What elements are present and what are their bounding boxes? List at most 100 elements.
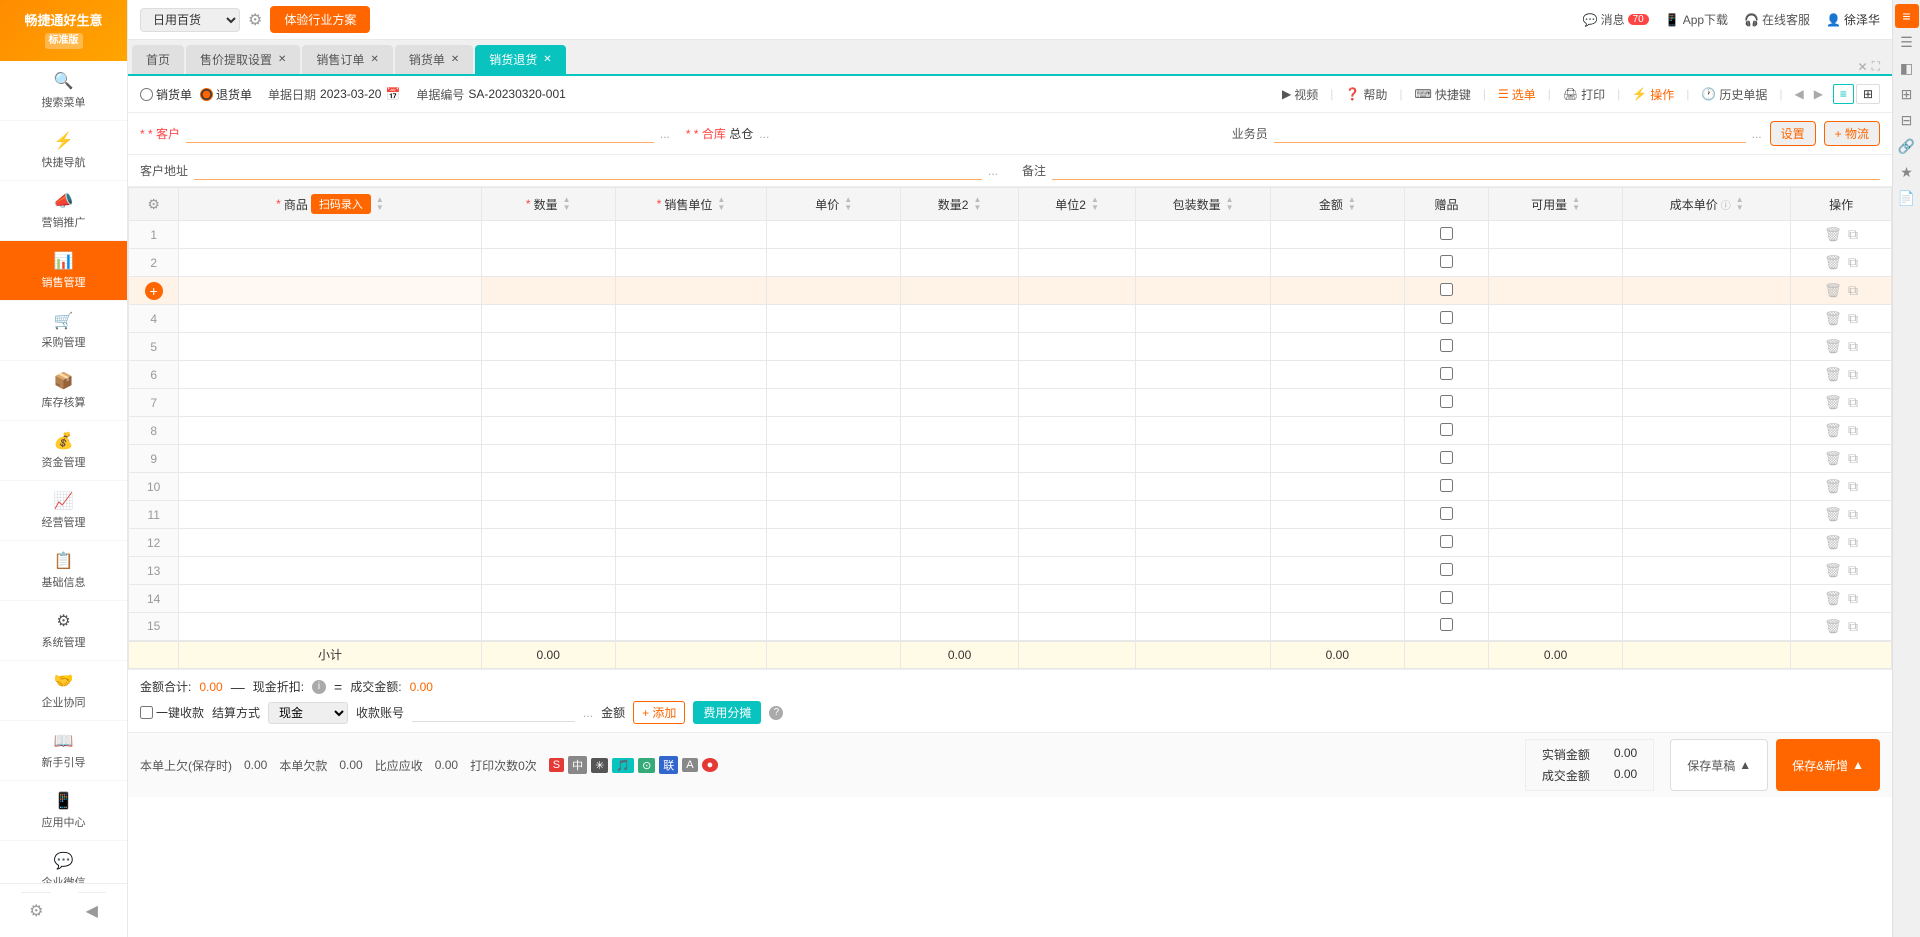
delete-icon-13[interactable]: 🗑 (1824, 562, 1842, 579)
cell-goods-4[interactable] (179, 305, 481, 333)
cell-cost-7[interactable] (1623, 389, 1791, 417)
cell-pkg-13[interactable] (1136, 557, 1270, 585)
cell-qty-10[interactable] (481, 473, 615, 501)
delete-icon-11[interactable]: 🗑 (1824, 506, 1842, 523)
cell-qty-15[interactable] (481, 613, 615, 641)
expand-icon[interactable]: ⛶ (1872, 59, 1880, 74)
cell-unit2-1[interactable] (1018, 221, 1136, 249)
cell-pkg-2[interactable] (1136, 249, 1270, 277)
cell-unit2-6[interactable] (1018, 361, 1136, 389)
help-btn[interactable]: ❓ 帮助 (1345, 86, 1387, 103)
cell-qty2-5[interactable] (901, 333, 1019, 361)
discount-info-icon[interactable]: i (312, 680, 326, 694)
panel-icon-4[interactable]: ⊞ (1895, 82, 1919, 106)
tab-close-3[interactable]: ✕ (451, 54, 459, 65)
cell-goods-7[interactable] (179, 389, 481, 417)
available-sort[interactable]: ▲▼ (1572, 196, 1580, 212)
cell-price-14[interactable] (767, 585, 901, 613)
cell-gift-12[interactable] (1405, 529, 1489, 557)
logistics-btn[interactable]: + 物流 (1824, 121, 1880, 146)
cell-cost-8[interactable] (1623, 417, 1791, 445)
gift-checkbox-2[interactable] (1440, 255, 1453, 268)
cell-goods-5[interactable] (179, 333, 481, 361)
gift-checkbox-11[interactable] (1440, 507, 1453, 520)
copy-icon-12[interactable]: ⧉ (1848, 534, 1858, 551)
cell-qty2-6[interactable] (901, 361, 1019, 389)
panel-icon-8[interactable]: 📄 (1895, 186, 1919, 210)
cell-cost-11[interactable] (1623, 501, 1791, 529)
cell-qty-8[interactable] (481, 417, 615, 445)
copy-icon-14[interactable]: ⧉ (1848, 590, 1858, 607)
cell-qty2-10[interactable] (901, 473, 1019, 501)
tab-close-4[interactable]: ✕ (543, 54, 551, 65)
delete-icon-14[interactable]: 🗑 (1824, 590, 1842, 607)
cell-qty-4[interactable] (481, 305, 615, 333)
cell-qty2-15[interactable] (901, 613, 1019, 641)
select-btn[interactable]: ☰ 选单 (1498, 86, 1536, 103)
cell-unit2-7[interactable] (1018, 389, 1136, 417)
cell-unit2-13[interactable] (1018, 557, 1136, 585)
cell-available-12[interactable] (1488, 529, 1622, 557)
copy-icon-10[interactable]: ⧉ (1848, 478, 1858, 495)
cell-unit2-11[interactable] (1018, 501, 1136, 529)
cell-price-1[interactable] (767, 221, 901, 249)
cell-amount-1[interactable] (1270, 221, 1404, 249)
cell-pkg-1[interactable] (1136, 221, 1270, 249)
goods-input-3[interactable] (183, 283, 476, 298)
gift-checkbox-3[interactable] (1440, 283, 1453, 296)
cell-unit2-3[interactable] (1018, 277, 1136, 305)
cell-qty-9[interactable] (481, 445, 615, 473)
cell-pkg-10[interactable] (1136, 473, 1270, 501)
cell-gift-3[interactable] (1405, 277, 1489, 305)
delete-icon-2[interactable]: 🗑 (1824, 254, 1842, 271)
cell-available-14[interactable] (1488, 585, 1622, 613)
return-radio-label[interactable]: 退货单 (200, 86, 252, 103)
cell-qty2-3[interactable] (901, 277, 1019, 305)
sidebar-item-marketing[interactable]: 📣 营销推广 (0, 181, 127, 241)
cell-price-12[interactable] (767, 529, 901, 557)
staff-select-icon[interactable]: ... (1752, 127, 1762, 141)
icon-mic[interactable]: 🎵 (612, 758, 634, 773)
cell-unit-5[interactable] (615, 333, 766, 361)
copy-icon-1[interactable]: ⧉ (1848, 226, 1858, 243)
delete-icon-7[interactable]: 🗑 (1824, 394, 1842, 411)
cell-cost-9[interactable] (1623, 445, 1791, 473)
cell-available-13[interactable] (1488, 557, 1622, 585)
cell-pkg-4[interactable] (1136, 305, 1270, 333)
payment-checkbox[interactable] (140, 706, 153, 719)
sidebar-item-cooperation[interactable]: 🤝 企业协同 (0, 661, 127, 721)
cell-goods-2[interactable] (179, 249, 481, 277)
cell-amount-6[interactable] (1270, 361, 1404, 389)
gift-checkbox-12[interactable] (1440, 535, 1453, 548)
tab-3[interactable]: 销货单✕ (395, 45, 473, 74)
cell-goods-15[interactable] (179, 613, 481, 641)
cell-cost-10[interactable] (1623, 473, 1791, 501)
cell-gift-13[interactable] (1405, 557, 1489, 585)
cell-unit2-5[interactable] (1018, 333, 1136, 361)
cell-unit2-14[interactable] (1018, 585, 1136, 613)
sidebar-item-finance[interactable]: 💰 资金管理 (0, 421, 127, 481)
address-input[interactable] (194, 161, 982, 180)
cell-cost-2[interactable] (1623, 249, 1791, 277)
copy-icon-6[interactable]: ⧉ (1848, 366, 1858, 383)
gift-checkbox-9[interactable] (1440, 451, 1453, 464)
panel-icon-5[interactable]: ⊟ (1895, 108, 1919, 132)
scan-btn[interactable]: 扫码录入 (311, 194, 371, 214)
cell-price-7[interactable] (767, 389, 901, 417)
copy-icon-9[interactable]: ⧉ (1848, 450, 1858, 467)
prev-icon[interactable]: ◀ (1794, 87, 1803, 101)
account-input[interactable] (412, 703, 575, 722)
cell-unit2-12[interactable] (1018, 529, 1136, 557)
sidebar-item-search-menu[interactable]: 🔍 搜索菜单 (0, 61, 127, 121)
cell-amount-9[interactable] (1270, 445, 1404, 473)
cell-unit-1[interactable] (615, 221, 766, 249)
cell-amount-7[interactable] (1270, 389, 1404, 417)
user-btn[interactable]: 👤 徐泽华 (1826, 11, 1880, 28)
cell-unit-14[interactable] (615, 585, 766, 613)
cell-pkg-5[interactable] (1136, 333, 1270, 361)
fee-btn[interactable]: 费用分摊 (693, 701, 761, 724)
cell-pkg-8[interactable] (1136, 417, 1270, 445)
qty-sort[interactable]: ▲▼ (563, 196, 571, 212)
delete-icon-6[interactable]: 🗑 (1824, 366, 1842, 383)
cell-cost-15[interactable] (1623, 613, 1791, 641)
